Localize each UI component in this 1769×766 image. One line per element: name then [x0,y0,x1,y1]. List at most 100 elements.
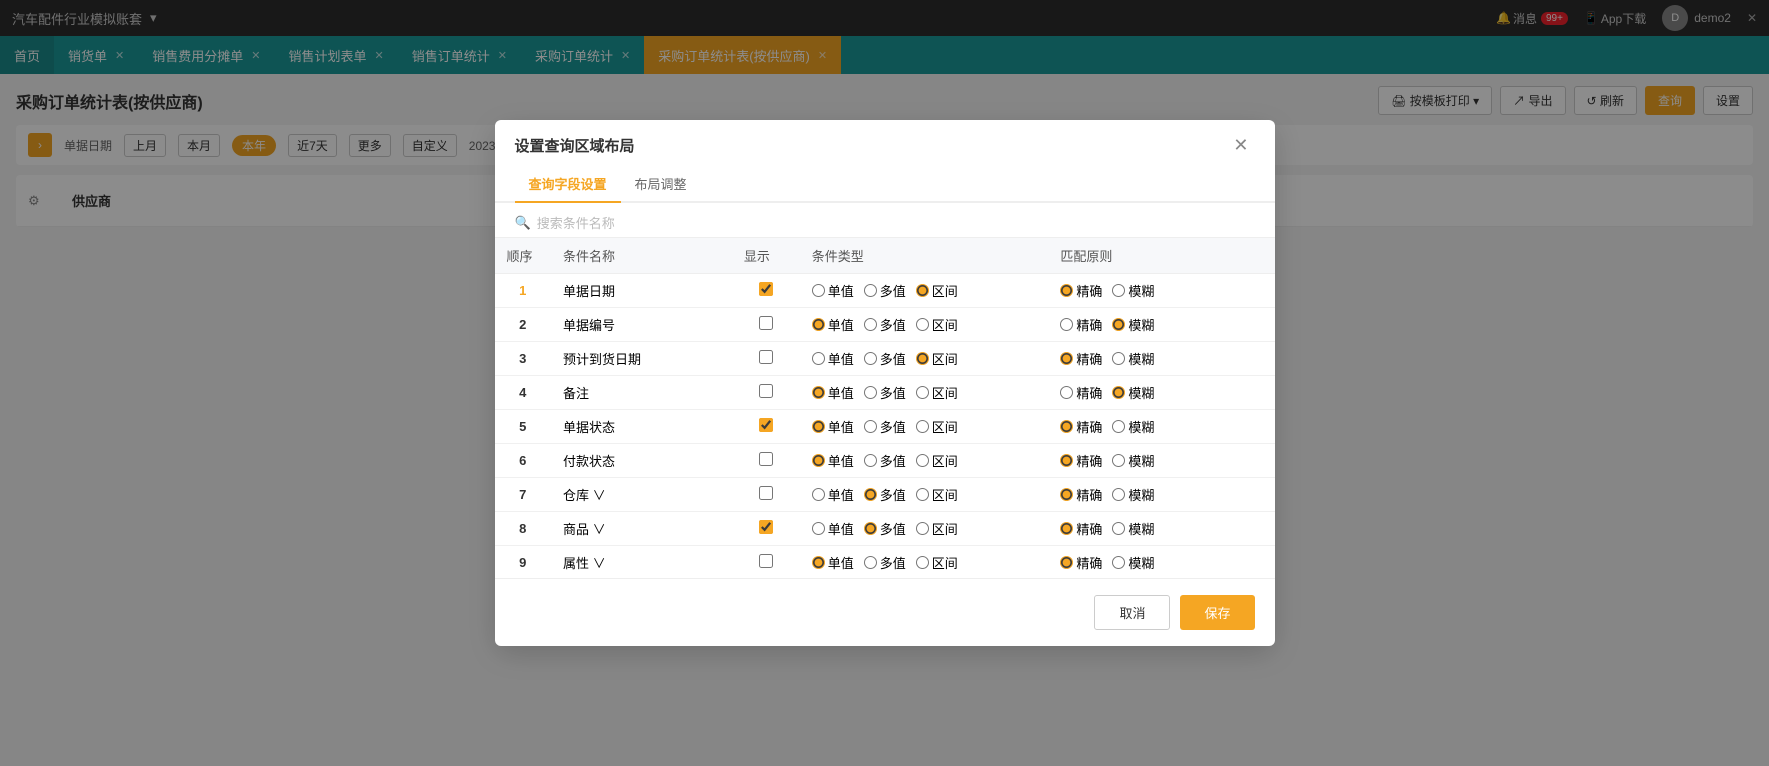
match-radio-input[interactable] [1112,522,1125,535]
type-radio-区间[interactable]: 区间 [916,553,958,572]
type-radio-单值[interactable]: 单值 [812,349,854,368]
type-radio-input[interactable] [864,488,877,501]
type-radio-input[interactable] [864,420,877,433]
match-radio-input[interactable] [1060,318,1073,331]
type-radio-单值[interactable]: 单值 [812,519,854,538]
type-radio-多值[interactable]: 多值 [864,349,906,368]
type-radio-区间[interactable]: 区间 [916,383,958,402]
match-radio-模糊[interactable]: 模糊 [1112,485,1154,504]
type-radio-区间[interactable]: 区间 [916,519,958,538]
type-radio-单值[interactable]: 单值 [812,485,854,504]
match-radio-精确[interactable]: 精确 [1060,451,1102,470]
type-radio-input[interactable] [812,318,825,331]
type-radio-单值[interactable]: 单值 [812,417,854,436]
row-show[interactable] [732,308,800,342]
type-radio-区间[interactable]: 区间 [916,349,958,368]
show-checkbox[interactable] [759,350,773,364]
dialog-close-button[interactable]: ✕ [1227,134,1254,156]
type-radio-input[interactable] [812,386,825,399]
match-radio-input[interactable] [1112,318,1125,331]
match-radio-模糊[interactable]: 模糊 [1112,417,1154,436]
match-radio-模糊[interactable]: 模糊 [1112,519,1154,538]
type-radio-单值[interactable]: 单值 [812,315,854,334]
type-radio-区间[interactable]: 区间 [916,315,958,334]
match-radio-input[interactable] [1060,522,1073,535]
type-radio-input[interactable] [812,556,825,569]
type-radio-input[interactable] [864,352,877,365]
show-checkbox[interactable] [759,452,773,466]
type-radio-区间[interactable]: 区间 [916,451,958,470]
show-checkbox[interactable] [759,282,773,296]
match-radio-input[interactable] [1060,352,1073,365]
row-show[interactable] [732,444,800,478]
type-radio-多值[interactable]: 多值 [864,315,906,334]
type-radio-单值[interactable]: 单值 [812,383,854,402]
type-radio-input[interactable] [864,284,877,297]
match-radio-模糊[interactable]: 模糊 [1112,383,1154,402]
match-radio-input[interactable] [1060,386,1073,399]
match-radio-input[interactable] [1060,284,1073,297]
show-checkbox[interactable] [759,418,773,432]
match-radio-精确[interactable]: 精确 [1060,349,1102,368]
row-show[interactable] [732,342,800,376]
match-radio-input[interactable] [1060,454,1073,467]
type-radio-区间[interactable]: 区间 [916,485,958,504]
match-radio-input[interactable] [1112,352,1125,365]
type-radio-单值[interactable]: 单值 [812,281,854,300]
type-radio-多值[interactable]: 多值 [864,383,906,402]
type-radio-区间[interactable]: 区间 [916,281,958,300]
type-radio-多值[interactable]: 多值 [864,417,906,436]
match-radio-input[interactable] [1112,454,1125,467]
show-checkbox[interactable] [759,486,773,500]
show-checkbox[interactable] [759,554,773,568]
type-radio-input[interactable] [864,556,877,569]
match-radio-input[interactable] [1060,420,1073,433]
match-radio-精确[interactable]: 精确 [1060,315,1102,334]
row-show[interactable] [732,512,800,546]
match-radio-模糊[interactable]: 模糊 [1112,349,1154,368]
type-radio-input[interactable] [864,454,877,467]
show-checkbox[interactable] [759,520,773,534]
search-input[interactable] [537,216,737,231]
type-radio-多值[interactable]: 多值 [864,485,906,504]
type-radio-input[interactable] [864,386,877,399]
type-radio-input[interactable] [812,284,825,297]
match-radio-input[interactable] [1112,284,1125,297]
match-radio-精确[interactable]: 精确 [1060,519,1102,538]
match-radio-精确[interactable]: 精确 [1060,485,1102,504]
type-radio-input[interactable] [812,420,825,433]
type-radio-单值[interactable]: 单值 [812,553,854,572]
type-radio-input[interactable] [916,284,929,297]
type-radio-input[interactable] [916,420,929,433]
type-radio-input[interactable] [916,386,929,399]
match-radio-input[interactable] [1112,420,1125,433]
match-radio-input[interactable] [1060,488,1073,501]
type-radio-input[interactable] [812,488,825,501]
match-radio-精确[interactable]: 精确 [1060,417,1102,436]
row-show[interactable] [732,274,800,308]
match-radio-精确[interactable]: 精确 [1060,553,1102,572]
match-radio-input[interactable] [1112,488,1125,501]
type-radio-多值[interactable]: 多值 [864,519,906,538]
save-button[interactable]: 保存 [1180,595,1254,630]
row-show[interactable] [732,546,800,579]
type-radio-input[interactable] [812,522,825,535]
row-show[interactable] [732,410,800,444]
type-radio-input[interactable] [916,318,929,331]
match-radio-精确[interactable]: 精确 [1060,281,1102,300]
type-radio-input[interactable] [916,352,929,365]
type-radio-input[interactable] [864,522,877,535]
match-radio-模糊[interactable]: 模糊 [1112,451,1154,470]
match-radio-模糊[interactable]: 模糊 [1112,315,1154,334]
match-radio-模糊[interactable]: 模糊 [1112,553,1154,572]
type-radio-input[interactable] [916,488,929,501]
type-radio-多值[interactable]: 多值 [864,553,906,572]
type-radio-单值[interactable]: 单值 [812,451,854,470]
match-radio-input[interactable] [1112,386,1125,399]
type-radio-input[interactable] [916,522,929,535]
row-show[interactable] [732,478,800,512]
type-radio-input[interactable] [916,454,929,467]
match-radio-模糊[interactable]: 模糊 [1112,281,1154,300]
show-checkbox[interactable] [759,384,773,398]
match-radio-input[interactable] [1060,556,1073,569]
